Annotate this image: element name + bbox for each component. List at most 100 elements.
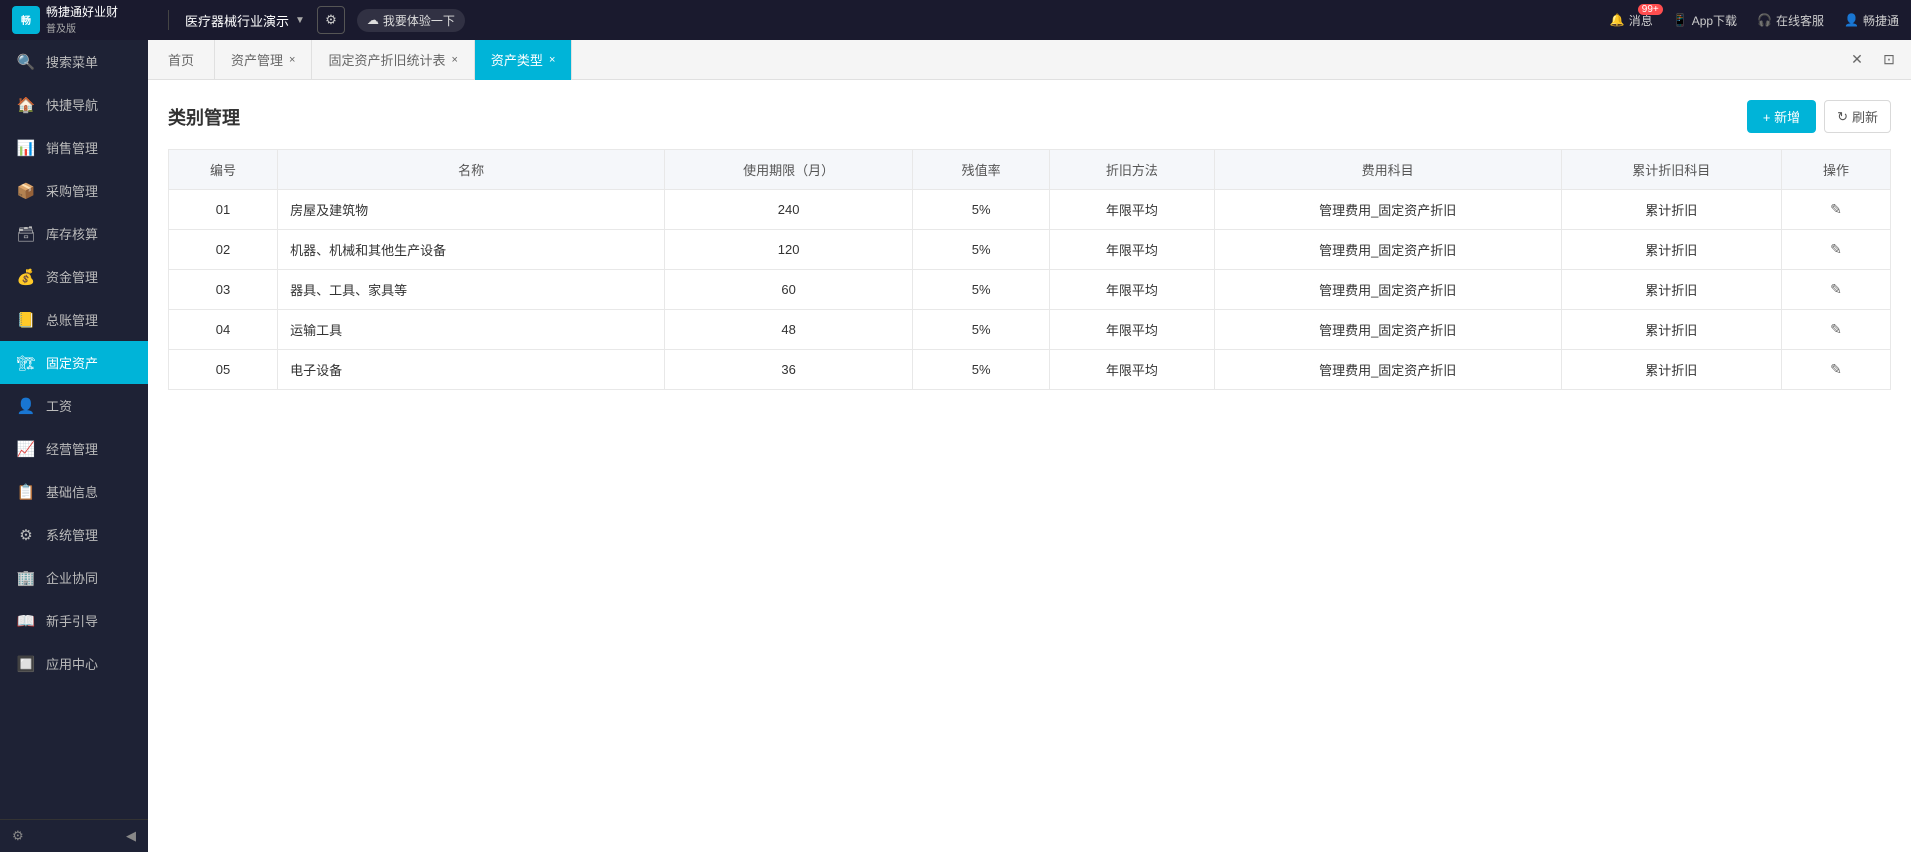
home-icon: 🏠 [16,96,36,114]
sidebar-item-enterprise[interactable]: 🏢 企业协同 [0,556,148,599]
sidebar-item-management[interactable]: 📈 经营管理 [0,427,148,470]
cell-name: 器具、工具、家具等 [278,270,665,310]
cell-useful-life: 48 [665,310,913,350]
cell-depreciation-method: 年限平均 [1050,310,1215,350]
edit-icon[interactable]: ✎ [1830,361,1842,377]
cell-depreciation-method: 年限平均 [1050,190,1215,230]
fixed-assets-icon: 🏗 [16,354,36,372]
sidebar: 🔍 搜索菜单 🏠 快捷导航 📊 销售管理 📦 采购管理 🗃 库存核算 💰 资金管… [0,40,148,852]
settings-button[interactable]: ⚙ [317,6,345,34]
sidebar-item-guide[interactable]: 📖 新手引导 [0,599,148,642]
cell-accumulated-subject: 累计折旧 [1561,190,1781,230]
cell-code: 05 [169,350,278,390]
tab-depreciation-stat-close[interactable]: × [451,54,457,66]
sidebar-item-label: 资金管理 [46,267,98,286]
module-arrow-icon: ▼ [295,15,305,26]
mobile-icon: 📱 [1673,13,1688,27]
refresh-icon: ↻ [1837,109,1848,125]
tab-asset-mgmt-close[interactable]: × [289,54,295,66]
logo-name: 畅捷通好业财 [46,5,118,19]
tab-asset-type-close[interactable]: × [549,54,555,66]
cell-residual-rate: 5% [913,230,1050,270]
edit-icon[interactable]: ✎ [1830,281,1842,297]
sidebar-item-basic-info[interactable]: 📋 基础信息 [0,470,148,513]
tab-asset-type[interactable]: 资产类型 × [475,40,572,80]
cell-expense-subject: 管理费用_固定资产折旧 [1214,230,1561,270]
experience-text: 我要体验一下 [383,12,455,29]
cell-residual-rate: 5% [913,350,1050,390]
cell-expense-subject: 管理费用_固定资产折旧 [1214,310,1561,350]
tab-bar-actions: ✕ ⊡ [1843,46,1911,74]
sidebar-item-nav[interactable]: 🏠 快捷导航 [0,83,148,126]
module-selector[interactable]: 医疗器械行业演示 ▼ [177,11,313,30]
tab-close-button[interactable]: ✕ [1843,46,1871,74]
sidebar-item-search[interactable]: 🔍 搜索菜单 [0,40,148,83]
sidebar-item-label: 企业协同 [46,568,98,587]
sidebar-item-label: 搜索菜单 [46,52,98,71]
headset-icon: 🎧 [1757,13,1772,27]
asset-type-table: 编号 名称 使用期限（月） 残值率 折旧方法 费用科目 累计折旧科目 操作 01… [168,149,1891,390]
cell-depreciation-method: 年限平均 [1050,270,1215,310]
app-download-item[interactable]: 📱 App下载 [1673,12,1737,29]
tab-asset-mgmt[interactable]: 资产管理 × [215,40,312,80]
refresh-label: 刷新 [1852,107,1878,126]
sidebar-item-fixed-assets[interactable]: 🏗 固定资产 [0,341,148,384]
sidebar-item-funds[interactable]: 💰 资金管理 [0,255,148,298]
sidebar-collapse-icon[interactable]: ◀ [126,828,136,844]
col-header-code: 编号 [169,150,278,190]
refresh-button[interactable]: ↻ 刷新 [1824,100,1891,133]
cell-accumulated-subject: 累计折旧 [1561,350,1781,390]
notifications-item[interactable]: 🔔 消息 99+ [1610,12,1653,29]
sidebar-item-sales[interactable]: 📊 销售管理 [0,126,148,169]
sidebar-item-payroll[interactable]: 👤 工资 [0,384,148,427]
cell-accumulated-subject: 累计折旧 [1561,310,1781,350]
sidebar-item-ledger[interactable]: 📒 总账管理 [0,298,148,341]
cell-code: 03 [169,270,278,310]
expand-icon: ⊡ [1883,51,1895,68]
cell-expense-subject: 管理费用_固定资产折旧 [1214,350,1561,390]
sidebar-item-label: 固定资产 [46,353,98,372]
sidebar-item-label: 总账管理 [46,310,98,329]
online-service-label: 在线客服 [1776,12,1824,29]
experience-button[interactable]: ☁ 我要体验一下 [357,9,465,32]
chart-icon: 📊 [16,139,36,157]
tab-expand-button[interactable]: ⊡ [1875,46,1903,74]
cell-code: 04 [169,310,278,350]
app-download-label: App下载 [1692,12,1737,29]
topbar-divider [168,10,169,30]
cell-action[interactable]: ✎ [1781,270,1890,310]
sidebar-item-apps[interactable]: 🔲 应用中心 [0,642,148,685]
table-row: 04 运输工具 48 5% 年限平均 管理费用_固定资产折旧 累计折旧 ✎ [169,310,1891,350]
cell-code: 01 [169,190,278,230]
cell-residual-rate: 5% [913,270,1050,310]
tab-depreciation-stat[interactable]: 固定资产折旧统计表 × [312,40,474,80]
user-item[interactable]: 👤 畅捷通 [1844,12,1899,29]
cell-action[interactable]: ✎ [1781,350,1890,390]
cell-action[interactable]: ✎ [1781,310,1890,350]
edit-icon[interactable]: ✎ [1830,321,1842,337]
edit-icon[interactable]: ✎ [1830,201,1842,217]
sidebar-item-label: 采购管理 [46,181,98,200]
sidebar-item-inventory[interactable]: 🗃 库存核算 [0,212,148,255]
new-button[interactable]: + 新增 [1747,100,1816,133]
sidebar-item-purchase[interactable]: 📦 采购管理 [0,169,148,212]
tab-home-label: 首页 [168,50,194,69]
tab-bar: 首页 资产管理 × 固定资产折旧统计表 × 资产类型 × ✕ ⊡ [148,40,1911,80]
sidebar-item-label: 应用中心 [46,654,98,673]
edit-icon[interactable]: ✎ [1830,241,1842,257]
sidebar-item-label: 库存核算 [46,224,98,243]
page-content: 类别管理 + 新增 ↻ 刷新 编号 名称 使用期限（月） 残值率 [148,80,1911,852]
tab-home[interactable]: 首页 [148,40,215,80]
cell-expense-subject: 管理费用_固定资产折旧 [1214,190,1561,230]
cell-depreciation-method: 年限平均 [1050,350,1215,390]
sidebar-settings-icon[interactable]: ⚙ [12,828,24,844]
sidebar-item-system[interactable]: ⚙ 系统管理 [0,513,148,556]
col-header-residual-rate: 残值率 [913,150,1050,190]
box-icon: 📦 [16,182,36,200]
cell-useful-life: 120 [665,230,913,270]
cell-action[interactable]: ✎ [1781,190,1890,230]
cell-useful-life: 36 [665,350,913,390]
cell-action[interactable]: ✎ [1781,230,1890,270]
topbar-right: 🔔 消息 99+ 📱 App下载 🎧 在线客服 👤 畅捷通 [1610,12,1899,29]
online-service-item[interactable]: 🎧 在线客服 [1757,12,1824,29]
